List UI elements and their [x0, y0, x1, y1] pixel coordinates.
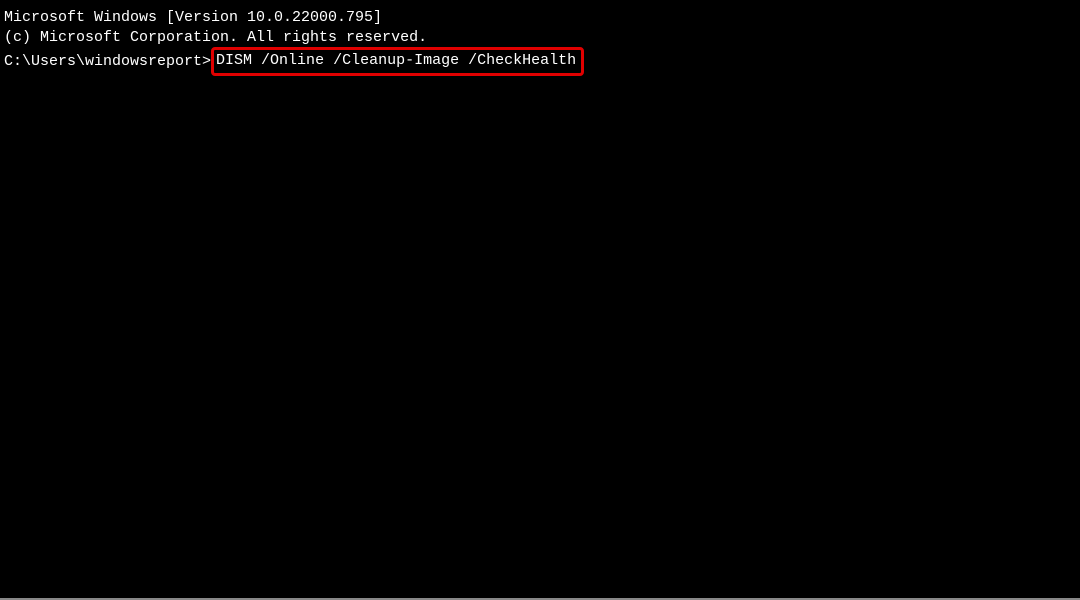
- prompt-path: C:\Users\windowsreport>: [4, 52, 211, 72]
- command-prompt-line[interactable]: C:\Users\windowsreport> DISM /Online /Cle…: [4, 47, 1076, 76]
- version-line: Microsoft Windows [Version 10.0.22000.79…: [4, 8, 1076, 28]
- copyright-line: (c) Microsoft Corporation. All rights re…: [4, 28, 1076, 48]
- command-highlight: DISM /Online /Cleanup-Image /CheckHealth: [211, 47, 584, 76]
- command-input[interactable]: DISM /Online /Cleanup-Image /CheckHealth: [216, 52, 576, 69]
